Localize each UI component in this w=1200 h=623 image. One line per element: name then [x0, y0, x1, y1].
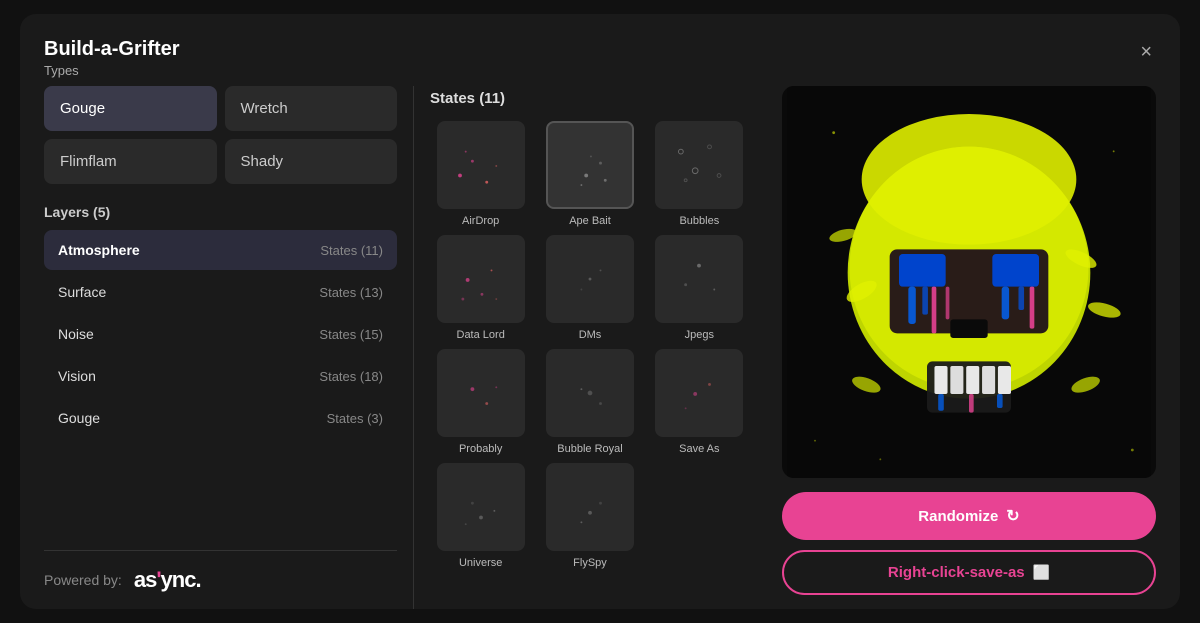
state-label-data-lord: Data Lord — [457, 329, 505, 341]
state-label-universe: Universe — [459, 557, 502, 569]
save-button[interactable]: Right-click-save-as ⬜ — [782, 550, 1156, 595]
type-tab-flimflam[interactable]: Flimflam — [44, 139, 217, 184]
state-thumb-data-lord — [437, 235, 525, 323]
state-thumb-probably — [437, 349, 525, 437]
state-label-flyspy: FlySpy — [573, 557, 607, 569]
state-item-ape-bait[interactable]: Ape Bait — [539, 121, 640, 227]
middle-panel: States (11) AirDrop — [414, 86, 766, 609]
type-tab-gouge[interactable]: Gouge — [44, 86, 217, 131]
state-label-jpegs: Jpegs — [685, 329, 714, 341]
layer-states-noise: States (15) — [319, 327, 383, 342]
layers-title: Layers (5) — [44, 204, 397, 220]
layer-item-surface[interactable]: Surface States (13) — [44, 272, 397, 312]
build-a-grifter-modal: Build-a-Grifter Types × Gouge Wretch Fli… — [20, 14, 1180, 609]
modal-header: Build-a-Grifter Types × — [44, 38, 1156, 78]
async-logo: as'ync. — [134, 567, 201, 593]
state-item-probably[interactable]: Probably — [430, 349, 531, 455]
state-label-airdrop: AirDrop — [462, 215, 499, 227]
layer-states-vision: States (18) — [319, 369, 383, 384]
right-panel: Randomize ↻ Right-click-save-as ⬜ — [766, 86, 1156, 609]
randomize-icon: ↻ — [1006, 506, 1019, 526]
layer-states-gouge: States (3) — [327, 411, 383, 426]
layer-states-surface: States (13) — [319, 285, 383, 300]
state-item-bubbles[interactable]: Bubbles — [649, 121, 750, 227]
state-item-flyspy[interactable]: FlySpy — [539, 463, 640, 569]
state-item-universe[interactable]: Universe — [430, 463, 531, 569]
action-buttons: Randomize ↻ Right-click-save-as ⬜ — [782, 478, 1156, 609]
randomize-label: Randomize — [918, 508, 998, 525]
state-label-probably: Probably — [459, 443, 502, 455]
layer-item-vision[interactable]: Vision States (18) — [44, 356, 397, 396]
left-panel: Gouge Wretch Flimflam Shady Layers (5) A… — [44, 86, 414, 609]
save-icon: ⬜ — [1033, 564, 1050, 581]
state-thumb-bubble-royal — [546, 349, 634, 437]
layer-name-vision: Vision — [58, 368, 96, 384]
randomize-button[interactable]: Randomize ↻ — [782, 492, 1156, 540]
state-thumb-ape-bait — [546, 121, 634, 209]
states-grid: AirDrop Ape Bait — [430, 121, 750, 569]
state-label-save-as: Save As — [679, 443, 719, 455]
state-label-dms: DMs — [579, 329, 602, 341]
state-thumb-universe — [437, 463, 525, 551]
modal-title-section: Build-a-Grifter Types — [44, 38, 180, 78]
modal-body: Gouge Wretch Flimflam Shady Layers (5) A… — [44, 86, 1156, 609]
state-thumb-save-as — [655, 349, 743, 437]
state-item-bubble-royal[interactable]: Bubble Royal — [539, 349, 640, 455]
layer-name-surface: Surface — [58, 284, 106, 300]
save-label: Right-click-save-as — [888, 564, 1025, 581]
layer-item-atmosphere[interactable]: Atmosphere States (11) — [44, 230, 397, 270]
type-tabs: Gouge Wretch Flimflam Shady — [44, 86, 397, 184]
state-label-bubble-royal: Bubble Royal — [557, 443, 622, 455]
state-thumb-airdrop — [437, 121, 525, 209]
state-label-ape-bait: Ape Bait — [569, 215, 611, 227]
preview-image — [782, 86, 1156, 478]
state-item-save-as[interactable]: Save As — [649, 349, 750, 455]
modal-subtitle: Types — [44, 63, 180, 78]
type-tab-shady[interactable]: Shady — [225, 139, 398, 184]
layer-name-gouge: Gouge — [58, 410, 100, 426]
state-label-bubbles: Bubbles — [679, 215, 719, 227]
modal-title: Build-a-Grifter — [44, 38, 180, 61]
powered-by-section: Powered by: as'ync. — [44, 550, 397, 609]
type-tab-wretch[interactable]: Wretch — [225, 86, 398, 131]
state-thumb-flyspy — [546, 463, 634, 551]
layer-states-atmosphere: States (11) — [320, 243, 383, 258]
close-button[interactable]: × — [1136, 38, 1156, 66]
state-item-data-lord[interactable]: Data Lord — [430, 235, 531, 341]
state-thumb-dms — [546, 235, 634, 323]
state-thumb-jpegs — [655, 235, 743, 323]
state-thumb-bubbles — [655, 121, 743, 209]
state-item-dms[interactable]: DMs — [539, 235, 640, 341]
state-item-airdrop[interactable]: AirDrop — [430, 121, 531, 227]
layer-name-atmosphere: Atmosphere — [58, 242, 140, 258]
layers-list: Atmosphere States (11) Surface States (1… — [44, 230, 397, 542]
layer-name-noise: Noise — [58, 326, 94, 342]
states-title: States (11) — [430, 90, 750, 107]
layer-item-gouge[interactable]: Gouge States (3) — [44, 398, 397, 438]
powered-by-label: Powered by: — [44, 572, 122, 588]
state-item-jpegs[interactable]: Jpegs — [649, 235, 750, 341]
layer-item-noise[interactable]: Noise States (15) — [44, 314, 397, 354]
